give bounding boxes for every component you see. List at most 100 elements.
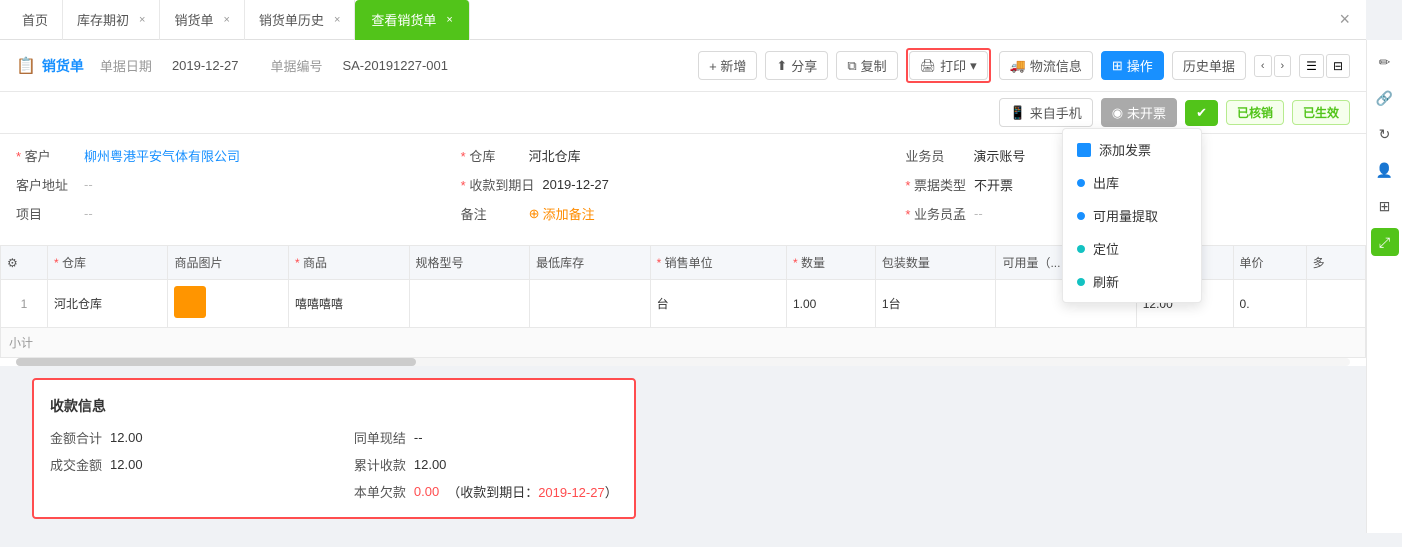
list-view-button[interactable]: ☰ xyxy=(1299,54,1324,78)
sidebar-edit-button[interactable]: ✏ xyxy=(1371,48,1399,76)
prev-button[interactable]: ‹ xyxy=(1254,55,1272,77)
logistics-button[interactable]: 🚚 物流信息 xyxy=(999,51,1093,80)
payment-balance-row: 本单欠款 0.00 （收款到期日：2019-12-27） xyxy=(354,482,618,501)
ticket-icon: ◉ xyxy=(1112,105,1123,121)
tab-sales[interactable]: 销货单 × xyxy=(160,0,244,40)
row-qty: 1.00 xyxy=(786,280,875,328)
scroll-thumb[interactable] xyxy=(16,358,416,366)
cumulative-label: 累计收款 xyxy=(354,455,406,474)
from-phone-button[interactable]: 📱 来自手机 xyxy=(999,98,1093,127)
sidebar-rotate-button[interactable]: ↻ xyxy=(1371,120,1399,148)
payment-section: 收款信息 金额合计 12.00 同单现结 -- 成交金额 12.00 累计收款 … xyxy=(32,378,636,519)
balance-value: 0.00 xyxy=(414,484,439,499)
dropdown-add-invoice[interactable]: 添加发票 xyxy=(1063,133,1201,166)
row-spec xyxy=(409,280,530,328)
row-warehouse: 河北仓库 xyxy=(47,280,168,328)
payment-settlement-row: 同单现结 -- xyxy=(354,428,618,447)
settlement-value: -- xyxy=(414,430,423,445)
tab-sales-history[interactable]: 销货单历史 × xyxy=(245,0,355,40)
doc-number-label: 单据编号 xyxy=(270,56,322,75)
doc-meta: 单据日期 2019-12-27 单据编号 SA-20191227-001 xyxy=(100,56,682,75)
horizontal-scrollbar[interactable] xyxy=(16,358,1350,366)
col-warehouse: 仓库 xyxy=(47,246,168,280)
product-image xyxy=(174,286,206,318)
add-note-button[interactable]: ⊕ 添加备注 xyxy=(529,204,595,223)
col-unit-price: 单价 xyxy=(1233,246,1306,280)
employee2-label: 业务员孟 xyxy=(905,204,966,223)
payment-title: 收款信息 xyxy=(50,396,618,416)
outbound-dot xyxy=(1077,179,1085,187)
view-icons: ☰ ⊟ xyxy=(1299,54,1350,78)
dropdown-refresh[interactable]: 刷新 xyxy=(1063,265,1201,298)
sales-order-icon: 📋 xyxy=(16,56,36,76)
share-icon: ⬆ xyxy=(776,58,787,74)
tab-inventory[interactable]: 库存期初 × xyxy=(63,0,160,40)
next-button[interactable]: › xyxy=(1274,55,1292,77)
employee2-value: -- xyxy=(974,206,983,221)
new-button[interactable]: + 新增 xyxy=(698,51,757,80)
doc-actions: + 新增 ⬆ 分享 ⧉ 复制 🖨 打印 ▾ 🚚 物流信息 xyxy=(698,48,1350,83)
tab-inventory-close[interactable]: × xyxy=(139,14,145,26)
truck-icon: 🚚 xyxy=(1010,58,1026,74)
tab-home[interactable]: 首页 xyxy=(8,0,63,40)
payment-grid: 金额合计 12.00 同单现结 -- 成交金额 12.00 累计收款 12.00 xyxy=(50,428,618,501)
doc-number-value: SA-20191227-001 xyxy=(342,58,448,73)
ticket-type-value: 不开票 xyxy=(974,175,1013,194)
right-sidebar: ✏ 🔗 ↻ 👤 ⊞ ⤢ xyxy=(1366,40,1402,533)
nav-arrows: ‹ › xyxy=(1254,55,1291,77)
doc-header: 📋 销货单 单据日期 2019-12-27 单据编号 SA-20191227-0… xyxy=(0,40,1366,92)
grid-view-button[interactable]: ⊟ xyxy=(1326,54,1350,78)
row-unit-price: 0. xyxy=(1233,280,1306,328)
dropdown-available-qty[interactable]: 可用量提取 xyxy=(1063,199,1201,232)
project-label: 项目 xyxy=(16,204,76,223)
address-value: -- xyxy=(84,177,93,192)
tab-view-sales-close[interactable]: × xyxy=(446,14,452,26)
col-settings[interactable]: ⚙ xyxy=(1,246,48,280)
dropdown-locate[interactable]: 定位 xyxy=(1063,232,1201,265)
print-icon: 🖨 xyxy=(920,58,937,74)
tab-sales-history-close[interactable]: × xyxy=(334,14,340,26)
col-min-stock: 最低库存 xyxy=(530,246,651,280)
employee-value: 演示账号 xyxy=(973,146,1025,165)
complete-button[interactable]: ✔ xyxy=(1185,100,1218,126)
copy-button[interactable]: ⧉ 复制 xyxy=(836,51,897,80)
phone-icon: 📱 xyxy=(1010,105,1026,121)
employee-label: 业务员 xyxy=(905,146,965,165)
not-open-button[interactable]: ◉ 未开票 xyxy=(1101,98,1177,127)
tab-view-sales[interactable]: 查看销货单 × xyxy=(355,0,469,40)
operate-button[interactable]: ⊞ 操作 xyxy=(1101,51,1164,80)
share-button[interactable]: ⬆ 分享 xyxy=(765,51,828,80)
invoice-icon xyxy=(1077,143,1091,157)
project-field: 项目 -- xyxy=(16,204,461,223)
sidebar-expand-button[interactable]: ⤢ xyxy=(1371,228,1399,256)
tab-sales-close[interactable]: × xyxy=(223,14,229,26)
settlement-label: 同单现结 xyxy=(354,428,406,447)
grid-icon: ⊞ xyxy=(1112,58,1123,74)
note-field: 备注 ⊕ 添加备注 xyxy=(461,204,906,223)
row-product: 嘻嘻嘻嘻 xyxy=(289,280,410,328)
sold-status-badge: 已核销 xyxy=(1226,100,1284,125)
warehouse-field: 仓库 河北仓库 xyxy=(461,146,906,165)
sidebar-table-button[interactable]: ⊞ xyxy=(1371,192,1399,220)
transaction-value: 12.00 xyxy=(110,457,143,472)
history-button[interactable]: 历史单据 xyxy=(1172,51,1246,80)
note-label: 备注 xyxy=(461,204,521,223)
check-icon: ✔ xyxy=(1196,105,1207,121)
col-pack-qty: 包装数量 xyxy=(875,246,996,280)
project-value: -- xyxy=(84,206,93,221)
total-label: 金额合计 xyxy=(50,428,102,447)
payment-date-value: 2019-12-27 xyxy=(542,177,609,192)
address-label: 客户地址 xyxy=(16,175,76,194)
print-dropdown-arrow: ▾ xyxy=(970,58,977,74)
sidebar-user-button[interactable]: 👤 xyxy=(1371,156,1399,184)
dropdown-outbound[interactable]: 出库 xyxy=(1063,166,1201,199)
doc-title: 📋 销货单 xyxy=(16,56,84,76)
customer-value[interactable]: 柳州粤港平安气体有限公司 xyxy=(84,146,240,165)
balance-label: 本单欠款 xyxy=(354,482,406,501)
col-spec: 规格型号 xyxy=(409,246,530,280)
address-field: 客户地址 -- xyxy=(16,175,461,194)
print-button[interactable]: 🖨 打印 ▾ xyxy=(909,51,988,80)
tab-bar-close-button[interactable]: × xyxy=(1331,9,1358,30)
sidebar-link-button[interactable]: 🔗 xyxy=(1371,84,1399,112)
ticket-type-label: 票据类型 xyxy=(905,175,966,194)
